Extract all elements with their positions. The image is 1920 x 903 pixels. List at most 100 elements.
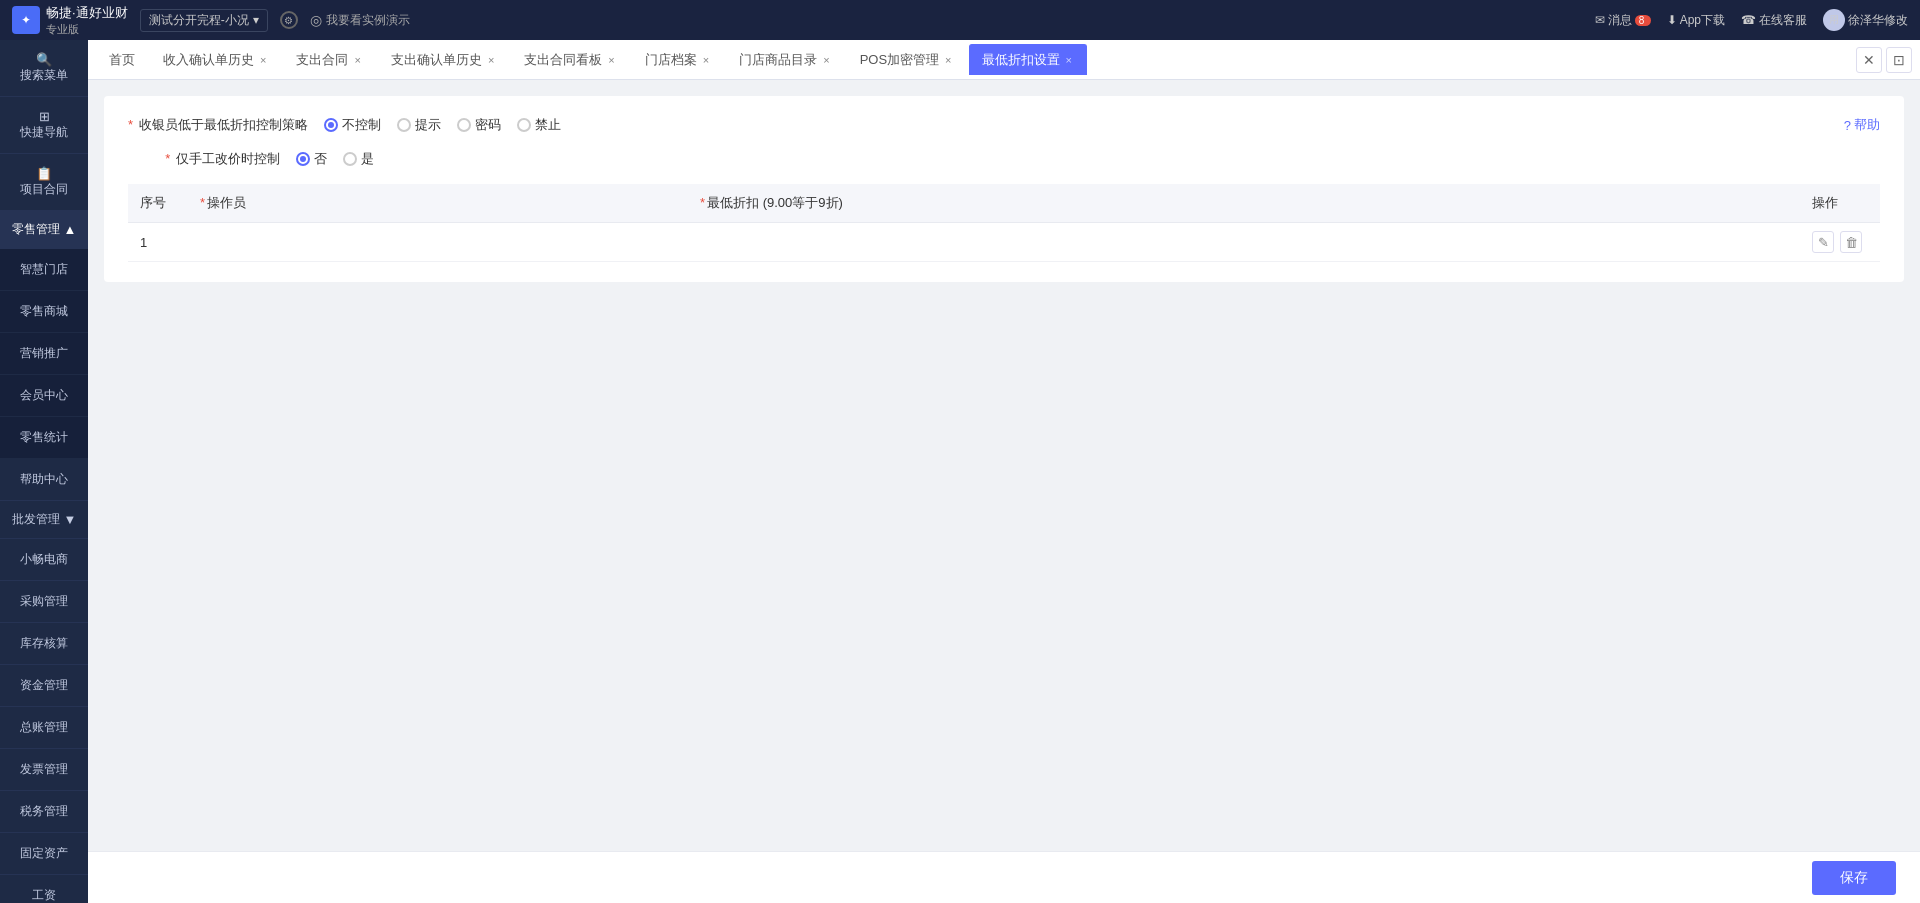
sidebar-item-retail-mall[interactable]: 零售商城 (0, 291, 88, 333)
edit-icon[interactable]: ✎ (1812, 231, 1834, 253)
sidebar: 🔍 搜索菜单 ⊞ 快捷导航 📋 项目合同 零售管理 ▲ 智慧门店 零售商城 营销… (0, 40, 88, 903)
chevron-down-icon: ▼ (64, 512, 77, 527)
tab-payment-confirm-history[interactable]: 支出确认单历史 × (378, 44, 509, 75)
cell-operator (188, 223, 688, 262)
tab-pos-password[interactable]: POS加密管理 × (847, 44, 967, 75)
sidebar-item-marketing[interactable]: 营销推广 (0, 333, 88, 375)
table-header: 序号 *操作员 *最低折扣 (9.00等于9折) 操作 (128, 184, 1880, 223)
settings-icon[interactable]: ⚙ (280, 11, 298, 29)
sidebar-item-inventory[interactable]: 库存核算 (0, 623, 88, 665)
sidebar-item-member-center[interactable]: 会员中心 (0, 375, 88, 417)
manual-radio-group: 否 是 (296, 150, 374, 168)
chevron-down-icon: ▾ (253, 13, 259, 27)
search-icon: 🔍 (4, 52, 84, 67)
sidebar-item-purchase-mgmt[interactable]: 采购管理 (0, 581, 88, 623)
discount-table: 序号 *操作员 *最低折扣 (9.00等于9折) 操作 (128, 184, 1880, 262)
tab-close-store-product-catalog[interactable]: × (821, 53, 831, 67)
tab-close-min-discount-settings[interactable]: × (1064, 53, 1074, 67)
sidebar-item-retail-stats[interactable]: 零售统计 (0, 417, 88, 459)
strategy-radio-group: 不控制 提示 密码 禁止 (324, 116, 561, 134)
sidebar-item-project-contract[interactable]: 📋 项目合同 (0, 154, 88, 211)
download-icon: ⬇ (1667, 13, 1677, 27)
customer-service-btn[interactable]: ☎ 在线客服 (1741, 12, 1807, 29)
th-min-discount: *最低折扣 (9.00等于9折) (688, 184, 1800, 223)
user-avatar: 用 (1823, 9, 1845, 31)
sidebar-item-smart-store[interactable]: 智慧门店 (0, 249, 88, 291)
messages-badge: 8 (1635, 15, 1651, 26)
tab-close-payment-confirm-history[interactable]: × (486, 53, 496, 67)
form-card: * 收银员低于最低折扣控制策略 不控制 提示 (104, 96, 1904, 282)
radio-manual-yes[interactable]: 是 (343, 150, 374, 168)
cell-min-discount (688, 223, 1800, 262)
save-button[interactable]: 保存 (1812, 861, 1896, 895)
tab-close-all-btn[interactable]: ✕ (1856, 47, 1882, 73)
topbar: ✦ 畅捷·通好业财 专业版 测试分开完程-小况 ▾ ⚙ ◎ 我要看实例演示 ✉ … (0, 0, 1920, 40)
radio-dot-forbid (517, 118, 531, 132)
tab-min-discount-settings[interactable]: 最低折扣设置 × (969, 44, 1087, 75)
tab-expand-btn[interactable]: ⊡ (1886, 47, 1912, 73)
demo-link[interactable]: ◎ 我要看实例演示 (310, 12, 410, 29)
th-actions: 操作 (1800, 184, 1880, 223)
sidebar-item-fixed-assets[interactable]: 固定资产 (0, 833, 88, 875)
sidebar-item-wholesale-mgmt[interactable]: 批发管理 ▼ (0, 501, 88, 539)
tab-close-payment-contract-board[interactable]: × (606, 53, 616, 67)
topbar-actions: ✉ 消息 8 ⬇ App下载 ☎ 在线客服 用 徐泽华修改 (1595, 9, 1908, 31)
app-download-btn[interactable]: ⬇ App下载 (1667, 12, 1725, 29)
tab-close-payment-contract[interactable]: × (352, 53, 362, 67)
radio-dot-manual-yes (343, 152, 357, 166)
radio-no-control[interactable]: 不控制 (324, 116, 381, 134)
message-icon: ✉ (1595, 13, 1605, 27)
radio-dot-password (457, 118, 471, 132)
sidebar-item-invoice-mgmt[interactable]: 发票管理 (0, 749, 88, 791)
action-icons: ✎ 🗑 (1812, 231, 1868, 253)
page-footer: 保存 (88, 851, 1920, 903)
tab-payment-contract-board[interactable]: 支出合同看板 × (511, 44, 629, 75)
headset-icon: ☎ (1741, 13, 1756, 27)
tab-payment-contract[interactable]: 支出合同 × (283, 44, 375, 75)
project-name: 测试分开完程-小况 (149, 12, 249, 29)
tab-close-store-files[interactable]: × (701, 53, 711, 67)
project-selector[interactable]: 测试分开完程-小况 ▾ (140, 9, 268, 32)
help-link[interactable]: ? 帮助 (1844, 116, 1880, 134)
grid-icon: ⊞ (4, 109, 84, 124)
sidebar-item-tax-mgmt[interactable]: 税务管理 (0, 791, 88, 833)
sidebar-sub-retail: 智慧门店 零售商城 营销推广 会员中心 零售统计 (0, 249, 88, 459)
tab-home[interactable]: 首页 (96, 44, 148, 75)
table-body: 1 ✎ 🗑 (128, 223, 1880, 262)
sidebar-item-search[interactable]: 🔍 搜索菜单 (0, 40, 88, 97)
tab-controls: ✕ ⊡ (1856, 47, 1912, 73)
sidebar-item-ecommerce[interactable]: 小畅电商 (0, 539, 88, 581)
sidebar-item-ledger[interactable]: 总账管理 (0, 707, 88, 749)
radio-dot-prompt (397, 118, 411, 132)
tab-store-product-catalog[interactable]: 门店商品目录 × (726, 44, 844, 75)
radio-prompt[interactable]: 提示 (397, 116, 441, 134)
messages-btn[interactable]: ✉ 消息 8 (1595, 12, 1651, 29)
sidebar-item-finance[interactable]: 资金管理 (0, 665, 88, 707)
table-wrapper: 序号 *操作员 *最低折扣 (9.00等于9折) 操作 (128, 184, 1880, 262)
radio-password[interactable]: 密码 (457, 116, 501, 134)
manual-label: * 仅手工改价时控制 (128, 150, 288, 168)
cell-seq: 1 (128, 223, 188, 262)
contract-icon: 📋 (4, 166, 84, 181)
radio-manual-no[interactable]: 否 (296, 150, 327, 168)
content-area: 首页 收入确认单历史 × 支出合同 × 支出确认单历史 × 支出合同看板 × 门… (88, 40, 1920, 903)
th-seq: 序号 (128, 184, 188, 223)
sidebar-item-retail-mgmt[interactable]: 零售管理 ▲ (0, 211, 88, 249)
logo-icon: ✦ (12, 6, 40, 34)
tab-close-income-history[interactable]: × (258, 53, 268, 67)
sidebar-item-quick-nav[interactable]: ⊞ 快捷导航 (0, 97, 88, 154)
tab-income-history[interactable]: 收入确认单历史 × (150, 44, 281, 75)
chevron-up-icon: ▲ (64, 222, 77, 237)
sidebar-item-help-center[interactable]: 帮助中心 (0, 459, 88, 501)
user-menu[interactable]: 用 徐泽华修改 (1823, 9, 1908, 31)
logo-text: 畅捷·通好业财 (46, 4, 128, 22)
strategy-row: * 收银员低于最低折扣控制策略 不控制 提示 (128, 116, 1880, 134)
delete-icon[interactable]: 🗑 (1840, 231, 1862, 253)
sidebar-item-payroll[interactable]: 工资 (0, 875, 88, 903)
radio-forbid[interactable]: 禁止 (517, 116, 561, 134)
tab-close-pos-password[interactable]: × (943, 53, 953, 67)
cell-actions: ✎ 🗑 (1800, 223, 1880, 262)
help-icon: ? (1844, 118, 1851, 133)
tab-store-files[interactable]: 门店档案 × (632, 44, 724, 75)
logo-badge: 专业版 (46, 22, 128, 37)
